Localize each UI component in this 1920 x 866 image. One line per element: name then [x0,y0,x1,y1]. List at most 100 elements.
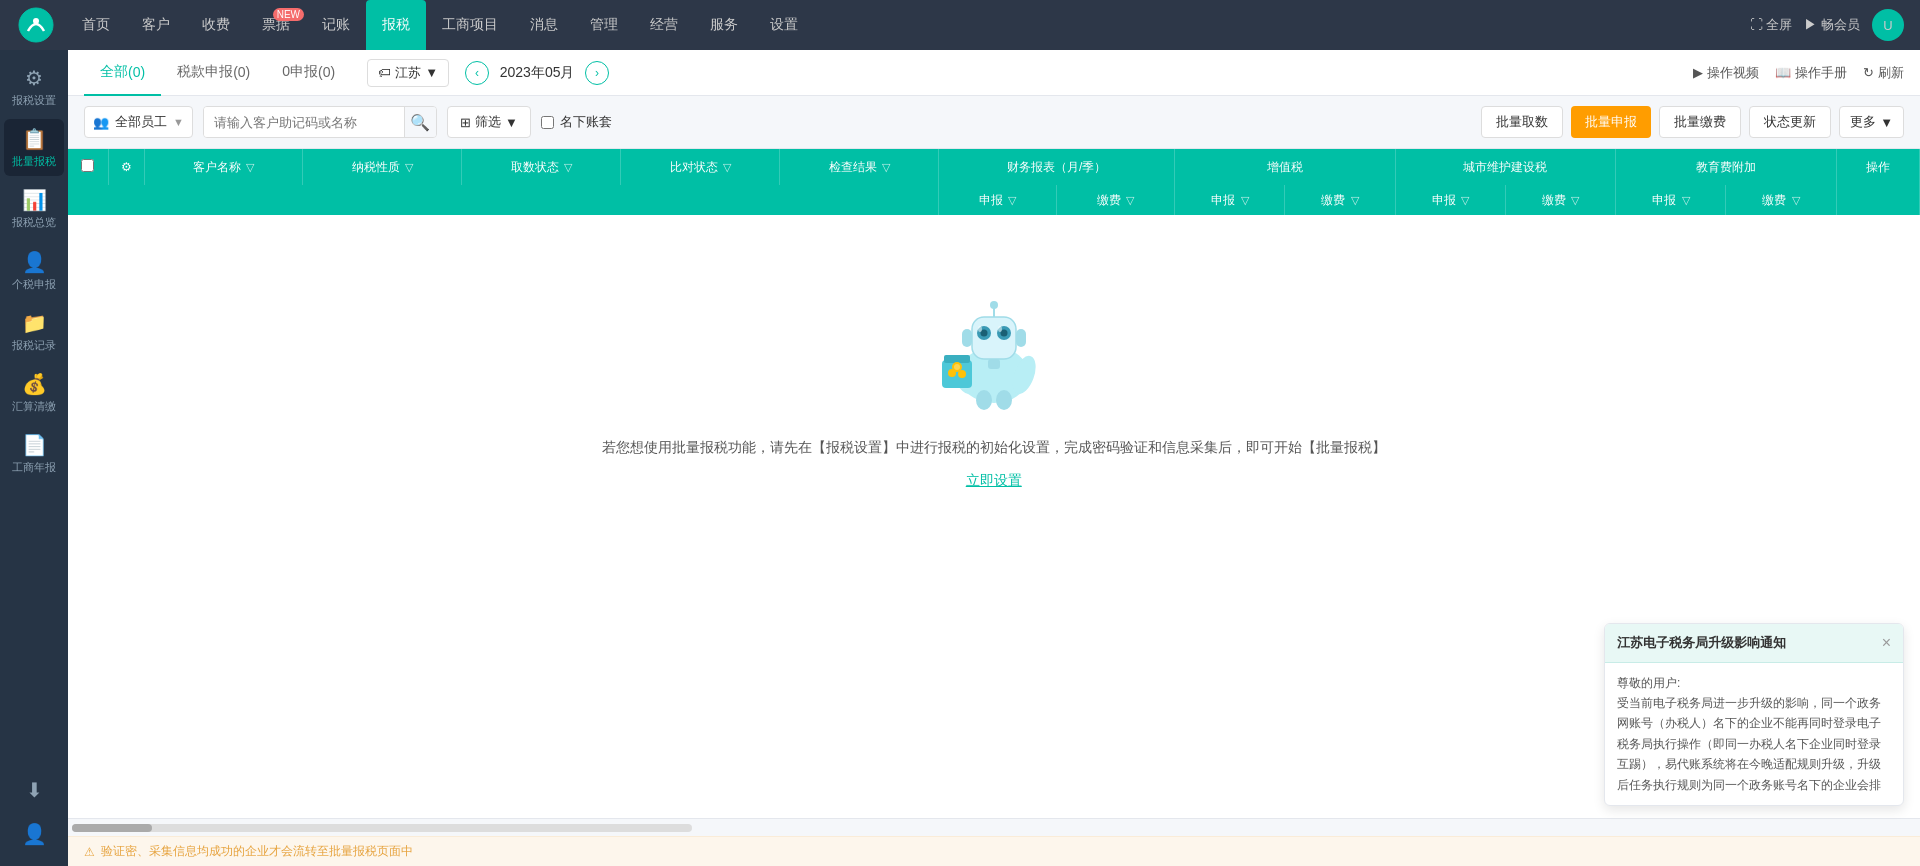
nav-operation[interactable]: 经营 [634,0,694,50]
status-update-button[interactable]: 状态更新 [1749,106,1831,138]
batch-pay-button[interactable]: 批量缴费 [1659,106,1741,138]
filter-icon[interactable]: ▽ [564,161,572,173]
filter-icon[interactable]: ▽ [1126,194,1134,206]
th-education: 教育费附加 [1616,149,1837,185]
sidebar-item-tax-records[interactable]: 📁 报税记录 [4,303,64,360]
search-button[interactable]: 🔍 [404,106,436,138]
filter-icon[interactable]: ▽ [246,161,254,173]
empty-message: 若您想使用批量报税功能，请先在【报税设置】中进行报税的初始化设置，完成密码验证和… [88,435,1900,460]
refresh-btn[interactable]: ↻ 刷新 [1863,64,1904,82]
nav-message[interactable]: 消息 [514,0,574,50]
account-checkbox[interactable] [541,116,554,129]
filter-icon[interactable]: ▽ [1008,194,1016,206]
sidebar-item-personal-tax[interactable]: 👤 个税申报 [4,242,64,299]
filter-icon[interactable]: ▽ [1571,194,1579,206]
top-nav-right: ⛶ 全屏 ▶ 畅会员 U [1750,9,1904,41]
notification-header: 江苏电子税务局升级影响通知 × [1605,624,1903,663]
sidebar-item-label: 工商年报 [12,461,56,474]
operation-manual-link[interactable]: 📖 操作手册 [1775,64,1847,82]
nav-home[interactable]: 首页 [66,0,126,50]
nav-customer[interactable]: 客户 [126,0,186,50]
close-icon[interactable]: × [1882,634,1891,652]
th-check-result: 检查结果 ▽ [780,149,939,185]
th-checkbox[interactable] [68,149,108,185]
toolbar-right-actions: 批量取数 批量申报 批量缴费 状态更新 更多 ▼ [1481,106,1904,138]
filter-icon[interactable]: ▽ [882,161,890,173]
tab-tax-declaration[interactable]: 税款申报(0) [161,50,266,96]
region-selector[interactable]: 🏷 江苏 ▼ [367,59,449,87]
th-vat-pay: 缴费 ▽ [1285,185,1395,215]
member-btn[interactable]: ▶ 畅会员 [1804,16,1860,34]
tab-zero-declaration[interactable]: 0申报(0) [266,50,351,96]
sub-tabs-actions: ▶ 操作视频 📖 操作手册 ↻ 刷新 [1693,64,1904,82]
nav-items: 首页 客户 收费 票据 NEW 记账 报税 工商项目 消息 管理 经营 服务 设… [66,0,1750,50]
batch-declare-button[interactable]: 批量申报 [1571,106,1651,138]
nav-accounting[interactable]: 记账 [306,0,366,50]
batch-fetch-button[interactable]: 批量取数 [1481,106,1563,138]
operation-video-link[interactable]: ▶ 操作视频 [1693,64,1759,82]
th-operation: 操作 [1836,149,1919,185]
tax-records-icon: 📁 [22,311,47,335]
nav-charge[interactable]: 收费 [186,0,246,50]
tab-all[interactable]: 全部(0) [84,50,161,96]
filter-icon[interactable]: ▽ [1241,194,1249,206]
nav-business[interactable]: 工商项目 [426,0,514,50]
nav-service[interactable]: 服务 [694,0,754,50]
svg-rect-12 [1016,329,1026,347]
next-month-btn[interactable]: › [585,61,609,85]
fullscreen-btn[interactable]: ⛶ 全屏 [1750,16,1793,34]
logo[interactable] [16,5,56,45]
filter-icon[interactable]: ▽ [723,161,731,173]
select-all-checkbox[interactable] [81,159,94,172]
sidebar-item-user[interactable]: 👤 [4,814,64,854]
filter-button[interactable]: ⊞ 筛选 ▼ [447,106,531,138]
horizontal-scrollbar[interactable] [68,818,1920,836]
th-compare-status: 比对状态 ▽ [621,149,780,185]
more-button[interactable]: 更多 ▼ [1839,106,1904,138]
sidebar-item-label: 汇算清缴 [12,400,56,413]
sub-tabs: 全部(0) 税款申报(0) 0申报(0) 🏷 江苏 ▼ ‹ 2023年05月 ›… [68,50,1920,96]
th-city-construction: 城市维护建设税 [1395,149,1616,185]
scroll-track[interactable] [72,824,692,832]
th-city-declare: 申报 ▽ [1395,185,1505,215]
notification-panel: 江苏电子税务局升级影响通知 × 尊敬的用户: 受当前电子税务局进一步升级的影响，… [1604,623,1904,806]
nav-settings[interactable]: 设置 [754,0,814,50]
filter-icon[interactable]: ▽ [1682,194,1690,206]
th-city-pay: 缴费 ▽ [1505,185,1615,215]
filter-icon[interactable]: ▽ [1792,194,1800,206]
search-input[interactable] [204,107,404,137]
setup-link[interactable]: 立即设置 [88,472,1900,490]
filter-icon[interactable]: ▽ [1351,194,1359,206]
svg-rect-10 [988,359,1000,369]
account-checkbox-label[interactable]: 名下账套 [541,113,612,131]
scroll-thumb[interactable] [72,824,152,832]
nav-management[interactable]: 管理 [574,0,634,50]
tax-summary-icon: 📊 [22,188,47,212]
employee-select[interactable]: 👥 全部员工 ▼ [84,106,193,138]
sidebar-item-tax-settings[interactable]: ⚙ 报税设置 [4,58,64,115]
th-customer-name: 客户名称 ▽ [144,149,303,185]
sidebar-item-tax-summary[interactable]: 📊 报税总览 [4,180,64,237]
gear-icon: ⚙ [121,160,132,174]
filter-icon[interactable]: ▽ [1461,194,1469,206]
batch-tax-icon: 📋 [22,127,47,151]
prev-month-btn[interactable]: ‹ [465,61,489,85]
svg-rect-11 [962,329,972,347]
nav-invoice[interactable]: 票据 NEW [246,0,306,50]
notification-title: 江苏电子税务局升级影响通知 [1617,634,1786,652]
sidebar-item-download[interactable]: ⬇ [4,770,64,810]
svg-point-18 [954,364,960,370]
th-tax-type: 纳税性质 ▽ [303,149,462,185]
th-fetch-status: 取数状态 ▽ [462,149,621,185]
sidebar-item-annual-report[interactable]: 📄 工商年报 [4,425,64,482]
svg-point-22 [996,390,1012,410]
filter-icon[interactable]: ▽ [405,161,413,173]
toolbar: 👥 全部员工 ▼ 🔍 ⊞ 筛选 ▼ 名下账套 批量取数 批量申报 [68,96,1920,149]
sidebar-item-settlement[interactable]: 💰 汇算清缴 [4,364,64,421]
user-avatar[interactable]: U [1872,9,1904,41]
chevron-down-icon: ▼ [425,65,438,80]
th-gear[interactable]: ⚙ [108,149,144,185]
notification-content: 受当前电子税务局进一步升级的影响，同一个政务网账号（办税人）名下的企业不能再同时… [1617,693,1891,795]
nav-tax[interactable]: 报税 [366,0,426,50]
sidebar-item-batch-tax[interactable]: 📋 批量报税 [4,119,64,176]
